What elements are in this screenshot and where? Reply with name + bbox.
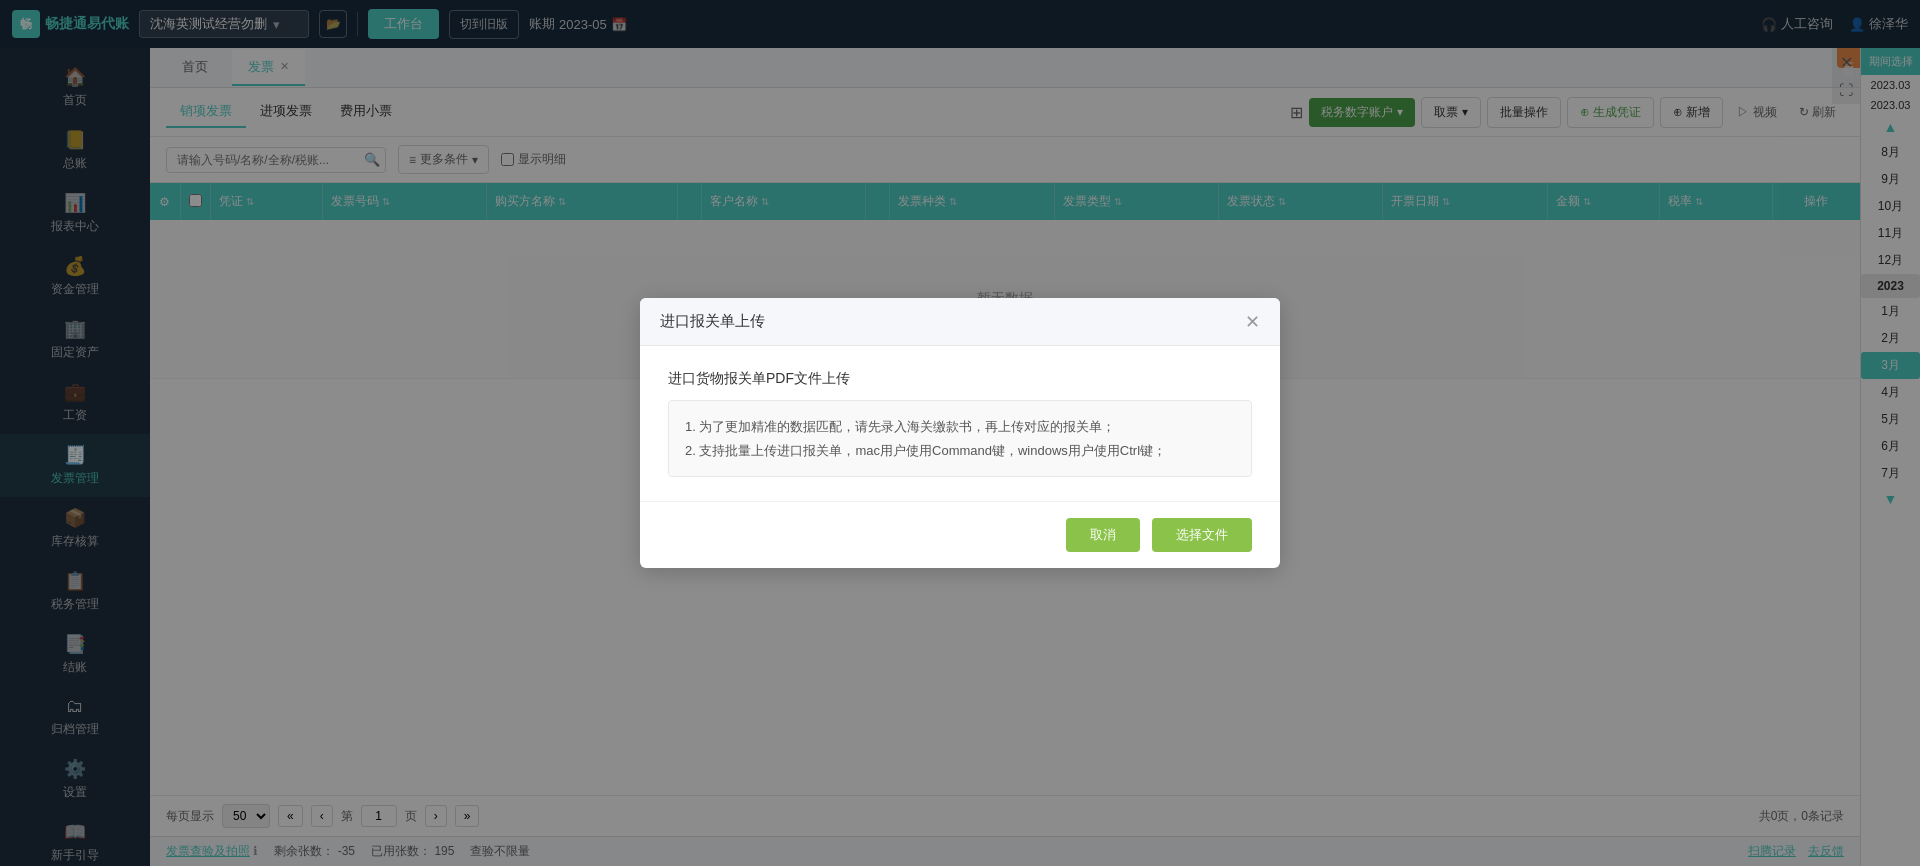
- dialog-cancel-button[interactable]: 取消: [1066, 518, 1140, 552]
- dialog-header: 进口报关单上传 ✕: [640, 298, 1280, 346]
- dialog-select-file-button[interactable]: 选择文件: [1152, 518, 1252, 552]
- dialog-title: 进口报关单上传: [660, 312, 765, 331]
- notice-item-1: 1. 为了更加精准的数据匹配，请先录入海关缴款书，再上传对应的报关单；: [685, 415, 1235, 438]
- import-customs-dialog: 进口报关单上传 ✕ 进口货物报关单PDF文件上传 1. 为了更加精准的数据匹配，…: [640, 298, 1280, 568]
- dialog-notice: 1. 为了更加精准的数据匹配，请先录入海关缴款书，再上传对应的报关单； 2. 支…: [668, 400, 1252, 477]
- notice-item-2: 2. 支持批量上传进口报关单，mac用户使用Command键，windows用户…: [685, 439, 1235, 462]
- dialog-footer: 取消 选择文件: [640, 501, 1280, 568]
- dialog-body: 进口货物报关单PDF文件上传 1. 为了更加精准的数据匹配，请先录入海关缴款书，…: [640, 346, 1280, 501]
- dialog-section-title: 进口货物报关单PDF文件上传: [668, 370, 1252, 388]
- dialog-close-button[interactable]: ✕: [1245, 313, 1260, 331]
- dialog-overlay[interactable]: 进口报关单上传 ✕ 进口货物报关单PDF文件上传 1. 为了更加精准的数据匹配，…: [0, 0, 1920, 866]
